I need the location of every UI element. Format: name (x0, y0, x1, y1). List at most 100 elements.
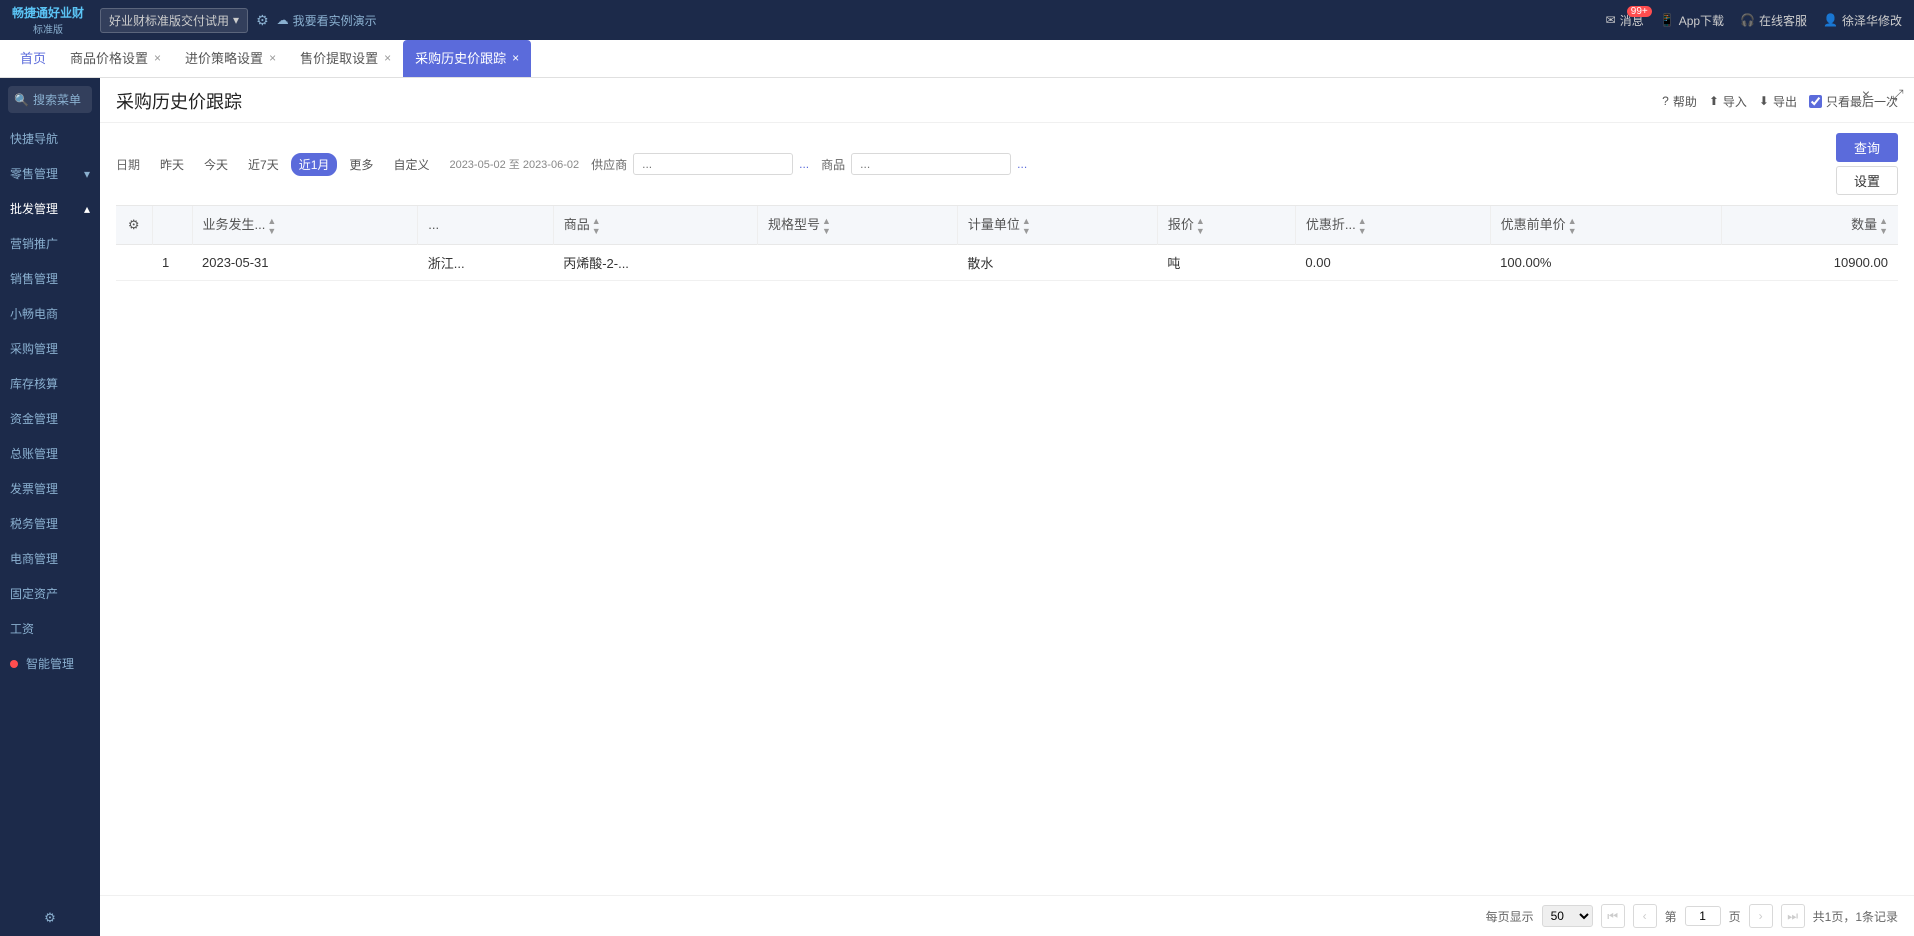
page-title: 采购历史价跟踪 (116, 88, 242, 114)
goods-more-btn[interactable]: ... (1017, 157, 1027, 171)
maximize-window-btn[interactable]: ⤢ (1882, 78, 1914, 110)
search-icon: 🔍 (14, 93, 29, 107)
query-btn[interactable]: 查询 (1836, 133, 1898, 162)
per-page-select[interactable]: 50 10 20 100 (1542, 905, 1593, 927)
col-unit[interactable]: 计量单位▲▼ (957, 206, 1157, 244)
per-page-label: 每页显示 (1486, 908, 1534, 925)
next-page-btn[interactable]: › (1749, 904, 1773, 928)
chevron-up-icon: ▴ (84, 202, 90, 216)
supplier-more-btn[interactable]: ... (799, 157, 809, 171)
date-btn-7days[interactable]: 近7天 (240, 153, 287, 176)
total-info: 共1页，1条记录 (1813, 908, 1898, 925)
sidebar-item-smart[interactable]: 智能管理 (0, 646, 100, 681)
col-gear[interactable]: ⚙ (116, 206, 152, 244)
invoice-label: 发票管理 (10, 480, 58, 497)
page-input[interactable] (1685, 906, 1721, 926)
col-original-price[interactable]: 优惠前单价▲▼ (1490, 206, 1721, 244)
col-discount[interactable]: 优惠折...▲▼ (1295, 206, 1490, 244)
page-label-post: 页 (1729, 908, 1741, 925)
tab-close-price[interactable]: × (154, 51, 161, 65)
close-window-btn[interactable]: × (1850, 78, 1882, 110)
sidebar-item-quick-nav[interactable]: 快捷导航 (0, 121, 100, 156)
col-more[interactable]: ... (418, 206, 553, 244)
help-btn[interactable]: ? 帮助 (1662, 93, 1697, 110)
date-btn-custom[interactable]: 自定义 (385, 153, 437, 176)
sidebar-gear-btn[interactable]: ⚙ (0, 900, 100, 936)
first-page-btn[interactable]: ⏮ (1601, 904, 1625, 928)
date-btn-yesterday[interactable]: 昨天 (152, 153, 192, 176)
smart-label: 智能管理 (10, 655, 74, 672)
app-name: 畅捷通好业财 (12, 4, 84, 21)
date-btn-more[interactable]: 更多 (341, 153, 381, 176)
chevron-down-icon: ▾ (233, 13, 239, 27)
date-btn-today[interactable]: 今天 (196, 153, 236, 176)
tab-close-purchase[interactable]: × (512, 51, 519, 65)
col-price[interactable]: 报价▲▼ (1157, 206, 1295, 244)
sidebar-item-fixed-assets[interactable]: 固定资产 (0, 576, 100, 611)
sidebar-item-general-ledger[interactable]: 总账管理 (0, 436, 100, 471)
message-btn[interactable]: ✉ 消息 99+ (1606, 12, 1644, 29)
tab-purchase-history[interactable]: 采购历史价跟踪 × (403, 40, 531, 78)
app-download-btn[interactable]: 📱 App下载 (1660, 12, 1724, 29)
row-gear (116, 244, 152, 280)
demo-link[interactable]: ☁ 我要看实例演示 (277, 12, 377, 29)
export-icon: ⬇ (1759, 94, 1769, 108)
date-filter-label: 日期 (116, 156, 140, 173)
tab-sale-extract[interactable]: 售价提取设置 × (288, 40, 403, 78)
sidebar-item-wholesale[interactable]: 批发管理 ▴ (0, 191, 100, 226)
app-sub: 标准版 (33, 21, 63, 36)
import-btn[interactable]: ⬆ 导入 (1709, 93, 1747, 110)
version-label: 好业财标准版交付试用 (109, 12, 229, 29)
tab-close-sale[interactable]: × (384, 51, 391, 65)
filter-actions: 查询 设置 (1836, 133, 1898, 195)
sidebar-item-retail[interactable]: 零售管理 ▾ (0, 156, 100, 191)
row-goods: 丙烯酸-2-... (553, 244, 757, 280)
sidebar-item-sales[interactable]: 销售管理 (0, 261, 100, 296)
user-btn[interactable]: 👤 徐泽华修改 (1823, 12, 1902, 29)
tab-price-settings[interactable]: 商品价格设置 × (58, 40, 173, 78)
header-right: ✉ 消息 99+ 📱 App下载 🎧 在线客服 👤 徐泽华修改 (1606, 12, 1902, 29)
col-goods[interactable]: 商品▲▼ (553, 206, 757, 244)
sidebar-item-salary[interactable]: 工资 (0, 611, 100, 646)
supplier-input[interactable] (633, 153, 793, 175)
goods-filter: 商品 ... (821, 153, 1027, 175)
last-page-btn[interactable]: ⏭ (1781, 904, 1805, 928)
row-date: 2023-05-31 (192, 244, 418, 280)
filter-settings-btn[interactable]: 设置 (1836, 166, 1898, 195)
col-date[interactable]: 业务发生...▲▼ (192, 206, 418, 244)
date-btn-1month[interactable]: 近1月 (291, 153, 338, 176)
sidebar-item-purchase[interactable]: 采购管理 (0, 331, 100, 366)
settings-icon[interactable]: ⚙ (256, 12, 269, 29)
app-logo: 畅捷通好业财 标准版 (12, 4, 84, 36)
help-icon: ? (1662, 94, 1669, 108)
sidebar-item-marketing[interactable]: 营销推广 (0, 226, 100, 261)
goods-input[interactable] (851, 153, 1011, 175)
export-btn[interactable]: ⬇ 导出 (1759, 93, 1797, 110)
row-discount: 100.00% (1490, 244, 1721, 280)
row-supplier: 浙江... (418, 244, 553, 280)
col-spec[interactable]: 规格型号▲▼ (757, 206, 957, 244)
search-menu-btn[interactable]: 🔍 搜索菜单 (8, 86, 92, 113)
sidebar-item-invoice[interactable]: 发票管理 (0, 471, 100, 506)
ecommerce-small-label: 小畅电商 (10, 305, 58, 322)
tab-close-cost[interactable]: × (269, 51, 276, 65)
sidebar-item-inventory[interactable]: 库存核算 (0, 366, 100, 401)
table-header: ⚙ 业务发生...▲▼ ... 商品▲▼ 规格型号▲▼ 计量单位▲▼ 报价▲▼ … (116, 206, 1898, 244)
ecommerce-label: 电商管理 (10, 550, 58, 567)
prev-page-btn[interactable]: ‹ (1633, 904, 1657, 928)
row-quoted-price: 0.00 (1295, 244, 1490, 280)
sidebar-search-area[interactable]: 🔍 搜索菜单 (0, 78, 100, 121)
sidebar-item-tax[interactable]: 税务管理 (0, 506, 100, 541)
message-icon: ✉ (1606, 13, 1616, 27)
tab-home[interactable]: 首页 (8, 40, 58, 78)
col-qty[interactable]: 数量▲▼ (1721, 206, 1898, 244)
online-service-btn[interactable]: 🎧 在线客服 (1740, 12, 1807, 29)
filter-area: 日期 昨天 今天 近7天 近1月 更多 自定义 2023-05-02 至 202… (100, 123, 1914, 205)
tab-cost-strategy[interactable]: 进价策略设置 × (173, 40, 288, 78)
sidebar-item-ecommerce-small[interactable]: 小畅电商 (0, 296, 100, 331)
sidebar-item-ecommerce[interactable]: 电商管理 (0, 541, 100, 576)
sidebar-item-capital[interactable]: 资金管理 (0, 401, 100, 436)
last-only-checkbox[interactable] (1809, 95, 1822, 108)
version-selector[interactable]: 好业财标准版交付试用 ▾ (100, 8, 248, 33)
download-icon: 📱 (1660, 13, 1675, 27)
